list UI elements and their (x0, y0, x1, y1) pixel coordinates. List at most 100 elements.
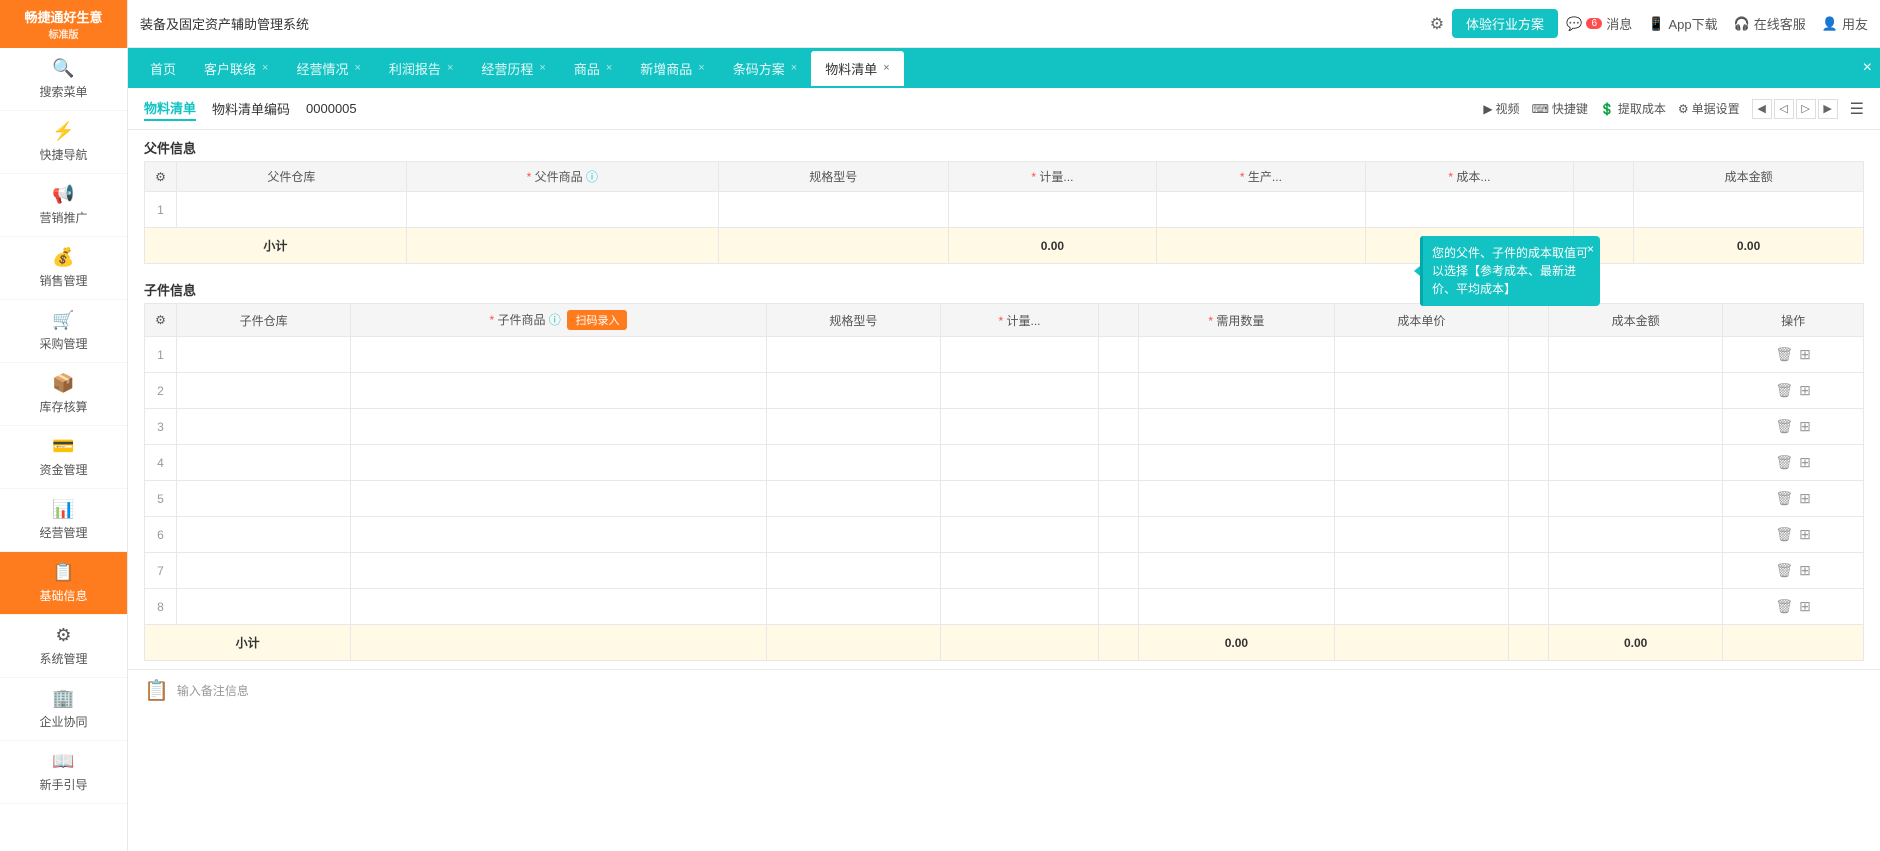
tab-barcode[interactable]: 条码方案× (719, 51, 811, 86)
pag-first[interactable]: ◀ (1752, 99, 1772, 119)
child-row-6-spec[interactable] (766, 517, 940, 553)
child-row-6-cost-amount[interactable] (1549, 517, 1723, 553)
child-row-6-unit-cost[interactable] (1334, 517, 1508, 553)
sidebar-item-quick-nav[interactable]: ⚡快捷导航 (0, 111, 127, 174)
child-row-5-warehouse[interactable] (177, 481, 351, 517)
tab-operation-history-close[interactable]: × (539, 62, 545, 74)
tab-profit-close[interactable]: × (447, 62, 453, 74)
child-row-3-qty[interactable] (1139, 409, 1335, 445)
tab-bom[interactable]: 物料清单× (811, 51, 903, 86)
tab-goods-close[interactable]: × (606, 62, 612, 74)
child-row-6-copy-icon[interactable]: ⊞ (1799, 526, 1811, 543)
tab-operation-status-close[interactable]: × (354, 62, 360, 74)
child-row-8-delete-icon[interactable]: 🗑 (1775, 598, 1793, 615)
parent-row-1-spec[interactable] (718, 192, 948, 228)
child-row-7-cost-amount[interactable] (1549, 553, 1723, 589)
sidebar-item-system[interactable]: ⚙系统管理 (0, 615, 127, 678)
child-row-3-goods[interactable] (351, 409, 766, 445)
child-row-2-goods[interactable] (351, 373, 766, 409)
child-row-7-goods[interactable] (351, 553, 766, 589)
sidebar-item-enterprise[interactable]: 🏢企业协同 (0, 678, 127, 741)
child-row-6-delete-icon[interactable]: 🗑 (1775, 526, 1793, 543)
shortcut-action[interactable]: ⌨ 快捷键 (1532, 100, 1588, 117)
child-row-7-spec[interactable] (766, 553, 940, 589)
child-row-4-spec[interactable] (766, 445, 940, 481)
child-row-2-copy-icon[interactable]: ⊞ (1799, 382, 1811, 399)
child-row-8-unit[interactable] (940, 589, 1098, 625)
sidebar-item-purchase[interactable]: 🛒采购管理 (0, 300, 127, 363)
scan-input-btn[interactable]: 扫码录入 (567, 310, 627, 330)
child-row-6-goods[interactable] (351, 517, 766, 553)
child-row-7-unit-cost[interactable] (1334, 553, 1508, 589)
child-row-7-copy-icon[interactable]: ⊞ (1799, 562, 1811, 579)
user-action[interactable]: 👤 用友 (1822, 14, 1868, 33)
child-row-5-copy-icon[interactable]: ⊞ (1799, 490, 1811, 507)
message-action[interactable]: 💬 6 消息 (1566, 14, 1632, 33)
child-row-1-cost-amount[interactable] (1549, 337, 1723, 373)
tab-customer[interactable]: 客户联络× (190, 51, 282, 86)
parent-row-1-warehouse[interactable] (177, 192, 407, 228)
child-row-3-cost-amount[interactable] (1549, 409, 1723, 445)
tooltip-close-btn[interactable]: × (1587, 240, 1594, 258)
single-settings-action[interactable]: ⚙ 单据设置 (1678, 100, 1740, 117)
video-action[interactable]: ▶ 视频 (1483, 100, 1519, 117)
child-row-5-qty[interactable] (1139, 481, 1335, 517)
child-row-3-spec[interactable] (766, 409, 940, 445)
tab-home[interactable]: 首页 (136, 51, 190, 86)
child-row-2-spec[interactable] (766, 373, 940, 409)
child-row-3-warehouse[interactable] (177, 409, 351, 445)
child-row-2-delete-icon[interactable]: 🗑 (1775, 382, 1793, 399)
child-row-5-cost-amount[interactable] (1549, 481, 1723, 517)
child-row-7-warehouse[interactable] (177, 553, 351, 589)
child-row-4-unit-cost[interactable] (1334, 445, 1508, 481)
child-row-2-qty[interactable] (1139, 373, 1335, 409)
child-row-8-cost-amount[interactable] (1549, 589, 1723, 625)
child-row-6-qty[interactable] (1139, 517, 1335, 553)
child-row-2-warehouse[interactable] (177, 373, 351, 409)
sidebar-item-inventory[interactable]: 📦库存核算 (0, 363, 127, 426)
child-row-7-unit[interactable] (940, 553, 1098, 589)
online-service-action[interactable]: 🎧 在线客服 (1734, 14, 1806, 33)
child-row-8-spec[interactable] (766, 589, 940, 625)
child-row-3-delete-icon[interactable]: 🗑 (1775, 418, 1793, 435)
child-row-5-spec[interactable] (766, 481, 940, 517)
parent-row-1-cost-amount[interactable] (1634, 192, 1864, 228)
topbar-gear-icon[interactable]: ⚙ (1430, 14, 1444, 34)
close-all-tabs[interactable]: × (1863, 59, 1872, 77)
sidebar-item-base-info[interactable]: 📋基础信息 (0, 552, 127, 615)
cost-action[interactable]: 💲 提取成本 (1600, 100, 1666, 117)
tab-barcode-close[interactable]: × (791, 62, 797, 74)
tab-new-goods-close[interactable]: × (698, 62, 704, 74)
parent-row-1-cost[interactable] (1365, 192, 1574, 228)
child-row-3-unit-cost[interactable] (1334, 409, 1508, 445)
trial-button[interactable]: 体验行业方案 (1452, 9, 1558, 38)
child-row-1-qty[interactable] (1139, 337, 1335, 373)
view-mode-icon[interactable]: ☰ (1850, 99, 1864, 119)
child-row-4-warehouse[interactable] (177, 445, 351, 481)
child-row-1-copy-icon[interactable]: ⊞ (1799, 346, 1811, 363)
sidebar-item-search[interactable]: 🔍搜索菜单 (0, 48, 127, 111)
sidebar-item-sales[interactable]: 💰销售管理 (0, 237, 127, 300)
child-row-1-unit[interactable] (940, 337, 1098, 373)
child-row-4-goods[interactable] (351, 445, 766, 481)
child-row-4-unit[interactable] (940, 445, 1098, 481)
child-row-2-unit-cost[interactable] (1334, 373, 1508, 409)
pag-prev[interactable]: ◁ (1774, 99, 1794, 119)
tab-profit[interactable]: 利润报告× (375, 51, 467, 86)
child-row-7-delete-icon[interactable]: 🗑 (1775, 562, 1793, 579)
tab-operation-status[interactable]: 经营情况× (282, 51, 374, 86)
child-row-1-unit-cost[interactable] (1334, 337, 1508, 373)
child-row-3-unit[interactable] (940, 409, 1098, 445)
child-row-8-warehouse[interactable] (177, 589, 351, 625)
child-row-5-delete-icon[interactable]: 🗑 (1775, 490, 1793, 507)
app-download-action[interactable]: 📱 App下载 (1648, 14, 1717, 33)
child-row-1-delete-icon[interactable]: 🗑 (1775, 346, 1793, 363)
sidebar-item-marketing[interactable]: 📢营销推广 (0, 174, 127, 237)
child-row-8-qty[interactable] (1139, 589, 1335, 625)
child-row-6-unit[interactable] (940, 517, 1098, 553)
child-row-1-goods[interactable] (351, 337, 766, 373)
child-row-2-unit[interactable] (940, 373, 1098, 409)
child-row-5-goods[interactable] (351, 481, 766, 517)
sidebar-item-operation[interactable]: 📊经营管理 (0, 489, 127, 552)
sidebar-item-finance[interactable]: 💳资金管理 (0, 426, 127, 489)
